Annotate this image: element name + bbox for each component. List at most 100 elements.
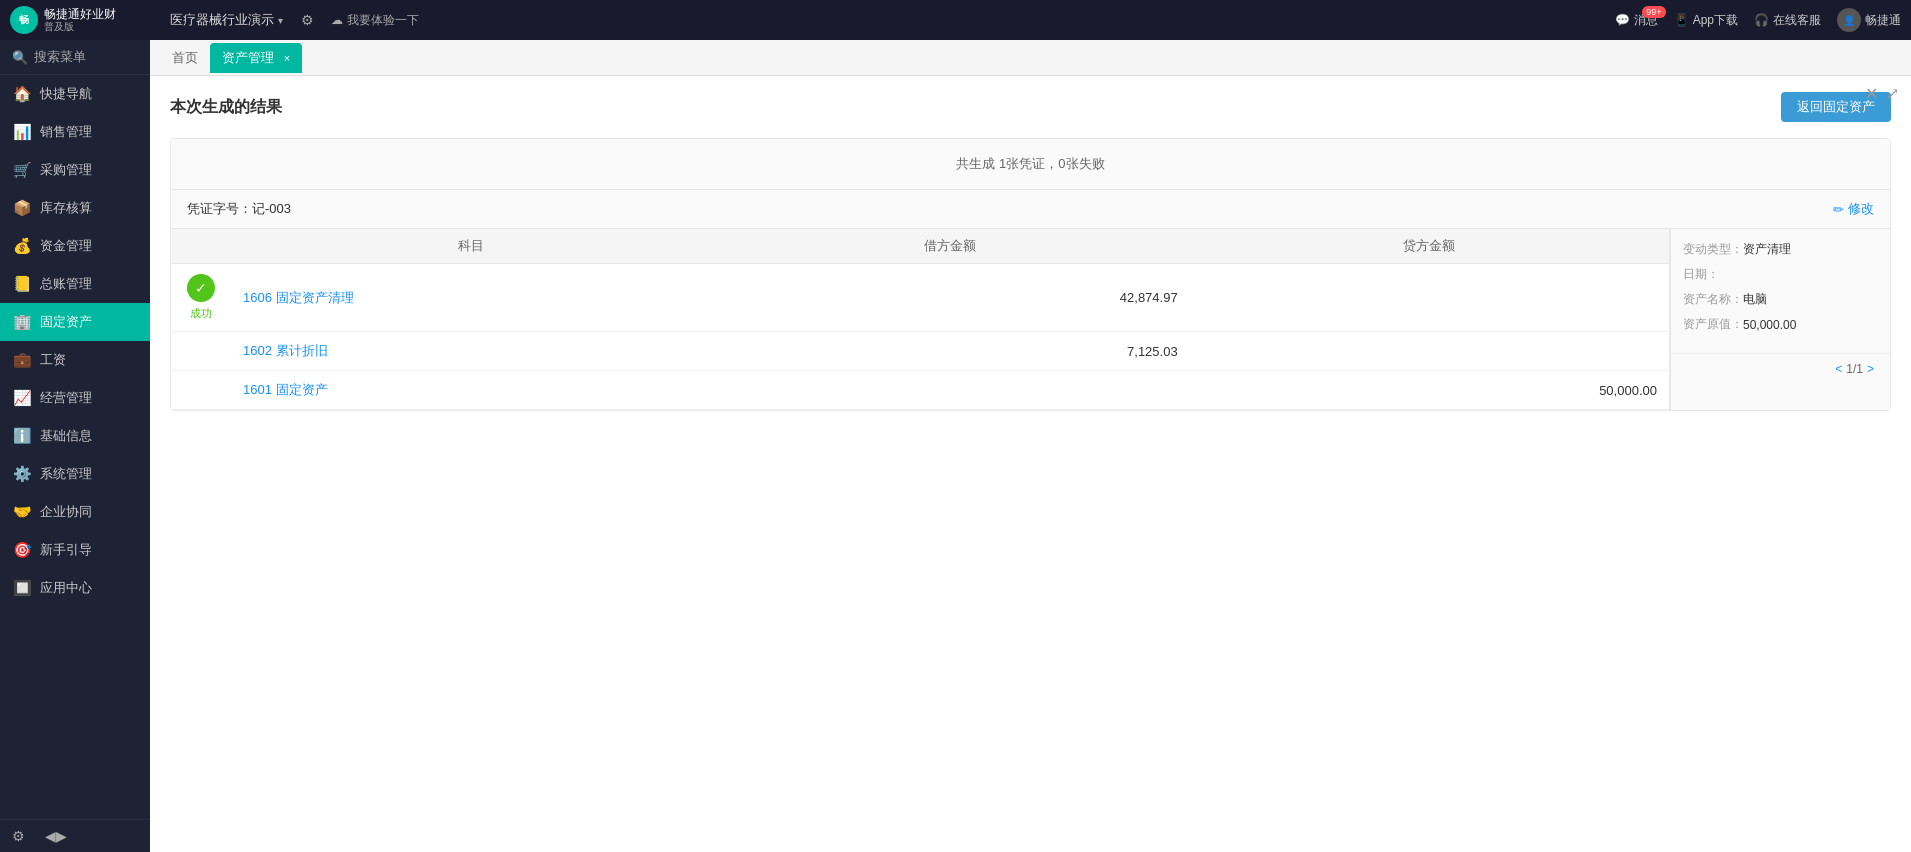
home-icon: 🏠: [12, 85, 32, 103]
td-debit-1: 42,874.97: [710, 280, 1189, 315]
logo-area: 畅 畅捷通好业财 普及版: [10, 6, 160, 34]
window-controls: ✕ ⤢: [1853, 76, 1911, 111]
close-panel-button[interactable]: ✕: [1865, 84, 1878, 103]
td-credit-2: [1190, 341, 1669, 361]
sidebar-search[interactable]: 🔍 搜索菜单: [0, 40, 150, 75]
voucher-number: 凭证字号：记-003: [187, 200, 291, 218]
sidebar-item-quick-nav[interactable]: 🏠 快捷导航: [0, 75, 150, 113]
tab-bar: 首页 资产管理 ×: [150, 40, 1911, 76]
sidebar-item-purchase[interactable]: 🛒 采购管理: [0, 151, 150, 189]
system-icon: ⚙️: [12, 465, 32, 483]
sidebar-item-guide[interactable]: 🎯 新手引导: [0, 531, 150, 569]
date-label: 日期：: [1683, 266, 1743, 283]
company-name: 医疗器械行业演示: [170, 11, 274, 29]
next-page-button[interactable]: >: [1867, 362, 1874, 376]
message-icon: 💬: [1615, 13, 1630, 27]
sidebar-item-fund[interactable]: 💰 资金管理: [0, 227, 150, 265]
expand-panel-button[interactable]: ⤢: [1886, 84, 1899, 103]
sidebar-item-app-center[interactable]: 🔲 应用中心: [0, 569, 150, 607]
status-indicator: ✓ 成功: [171, 264, 231, 331]
result-summary-text: 共生成 1张凭证，0张失败: [956, 156, 1104, 171]
search-label: 搜索菜单: [34, 48, 86, 66]
change-type-value: 资产清理: [1743, 241, 1791, 258]
td-debit-2: 7,125.03: [710, 334, 1189, 369]
side-info-panel: 变动类型： 资产清理 日期： 资产名称： 电脑: [1670, 229, 1890, 410]
pagination: < 1/1 >: [1671, 353, 1890, 384]
th-status: [171, 229, 231, 263]
prev-page-button[interactable]: <: [1835, 362, 1842, 376]
avatar: 👤: [1837, 8, 1861, 32]
th-credit: 贷方金额: [1190, 229, 1669, 263]
settings-bottom-icon[interactable]: ⚙: [12, 828, 25, 844]
side-info-change-type: 变动类型： 资产清理: [1683, 241, 1878, 258]
user-name: 畅捷通: [1865, 12, 1901, 29]
app-download-button[interactable]: 📱 App下载: [1674, 12, 1738, 29]
main-layout: 🔍 搜索菜单 🏠 快捷导航 📊 销售管理 🛒 采购管理 📦 库存核算 💰 资金管…: [0, 40, 1911, 852]
sidebar-bottom: ⚙ ◀▶: [0, 819, 150, 852]
subject-link-1[interactable]: 1606 固定资产清理: [243, 289, 354, 307]
side-info: 变动类型： 资产清理 日期： 资产名称： 电脑: [1671, 229, 1890, 353]
settings-icon[interactable]: ⚙: [293, 6, 321, 34]
sidebar-item-ledger[interactable]: 📒 总账管理: [0, 265, 150, 303]
sidebar-item-system[interactable]: ⚙️ 系统管理: [0, 455, 150, 493]
online-service-label: 在线客服: [1773, 12, 1821, 29]
sidebar-item-payroll[interactable]: 💼 工资: [0, 341, 150, 379]
sidebar-label: 企业协同: [40, 503, 92, 521]
success-icon: ✓: [187, 274, 215, 302]
logo-icon: 畅: [10, 6, 38, 34]
result-panel: 共生成 1张凭证，0张失败 凭证字号：记-003 ✏ 修改: [170, 138, 1891, 411]
online-service-button[interactable]: 🎧 在线客服: [1754, 12, 1821, 29]
tab-asset-mgmt[interactable]: 资产管理 ×: [210, 43, 302, 73]
experience-button[interactable]: ☁ 我要体验一下: [331, 12, 419, 29]
search-icon: 🔍: [12, 50, 28, 65]
tab-close-icon[interactable]: ×: [284, 52, 290, 64]
sales-icon: 📊: [12, 123, 32, 141]
user-profile[interactable]: 👤 畅捷通: [1837, 8, 1901, 32]
tab-home[interactable]: 首页: [160, 43, 210, 73]
logo-sub: 普及版: [44, 21, 116, 33]
sidebar-label: 新手引导: [40, 541, 92, 559]
sidebar-label: 销售管理: [40, 123, 92, 141]
subject-link-2[interactable]: 1602 累计折旧: [243, 342, 328, 360]
sidebar-item-cooperation[interactable]: 🤝 企业协同: [0, 493, 150, 531]
purchase-icon: 🛒: [12, 161, 32, 179]
asset-name-label: 资产名称：: [1683, 291, 1743, 308]
operations-icon: 📈: [12, 389, 32, 407]
sidebar-label: 资金管理: [40, 237, 92, 255]
voucher-section: 凭证字号：记-003 ✏ 修改 科目: [171, 190, 1890, 410]
sidebar-label: 工资: [40, 351, 66, 369]
fund-icon: 💰: [12, 237, 32, 255]
page-info: 1/1: [1846, 362, 1863, 376]
table-main: 科目 借方金额 贷方金额 ✓ 成功: [171, 229, 1670, 410]
sidebar-label: 固定资产: [40, 313, 92, 331]
cloud-icon: ☁: [331, 13, 343, 27]
voucher-table: 科目 借方金额 贷方金额 ✓ 成功: [171, 229, 1890, 410]
sidebar-item-operations[interactable]: 📈 经营管理: [0, 379, 150, 417]
change-type-label: 变动类型：: [1683, 241, 1743, 258]
subject-link-3[interactable]: 1601 固定资产: [243, 381, 328, 399]
fixed-assets-icon: 🏢: [12, 313, 32, 331]
sidebar-label: 快捷导航: [40, 85, 92, 103]
payroll-icon: 💼: [12, 351, 32, 369]
table-row: 1601 固定资产 50,000.00: [171, 371, 1669, 410]
sidebar-label: 库存核算: [40, 199, 92, 217]
header-right: 💬 消息 99+ 📱 App下载 🎧 在线客服 👤 畅捷通: [1615, 8, 1901, 32]
chevron-down-icon: ▾: [278, 15, 283, 26]
sidebar-item-sales[interactable]: 📊 销售管理: [0, 113, 150, 151]
app-center-icon: 🔲: [12, 579, 32, 597]
side-info-asset-name: 资产名称： 电脑: [1683, 291, 1878, 308]
edit-button[interactable]: ✏ 修改: [1833, 200, 1874, 218]
message-button[interactable]: 💬 消息 99+: [1615, 12, 1658, 29]
result-summary: 共生成 1张凭证，0张失败: [171, 139, 1890, 190]
table-header-row: 科目 借方金额 贷方金额: [171, 229, 1669, 264]
sidebar-item-basic-info[interactable]: ℹ️ 基础信息: [0, 417, 150, 455]
collapse-icon[interactable]: ◀▶: [45, 828, 67, 844]
td-credit-1: [1190, 288, 1669, 308]
company-selector[interactable]: 医疗器械行业演示 ▾: [170, 11, 283, 29]
headset-icon: 🎧: [1754, 13, 1769, 27]
sidebar-item-fixed-assets[interactable]: 🏢 固定资产: [0, 303, 150, 341]
sidebar-label: 总账管理: [40, 275, 92, 293]
sidebar: 🔍 搜索菜单 🏠 快捷导航 📊 销售管理 🛒 采购管理 📦 库存核算 💰 资金管…: [0, 40, 150, 852]
sidebar-item-inventory[interactable]: 📦 库存核算: [0, 189, 150, 227]
sidebar-label: 系统管理: [40, 465, 92, 483]
